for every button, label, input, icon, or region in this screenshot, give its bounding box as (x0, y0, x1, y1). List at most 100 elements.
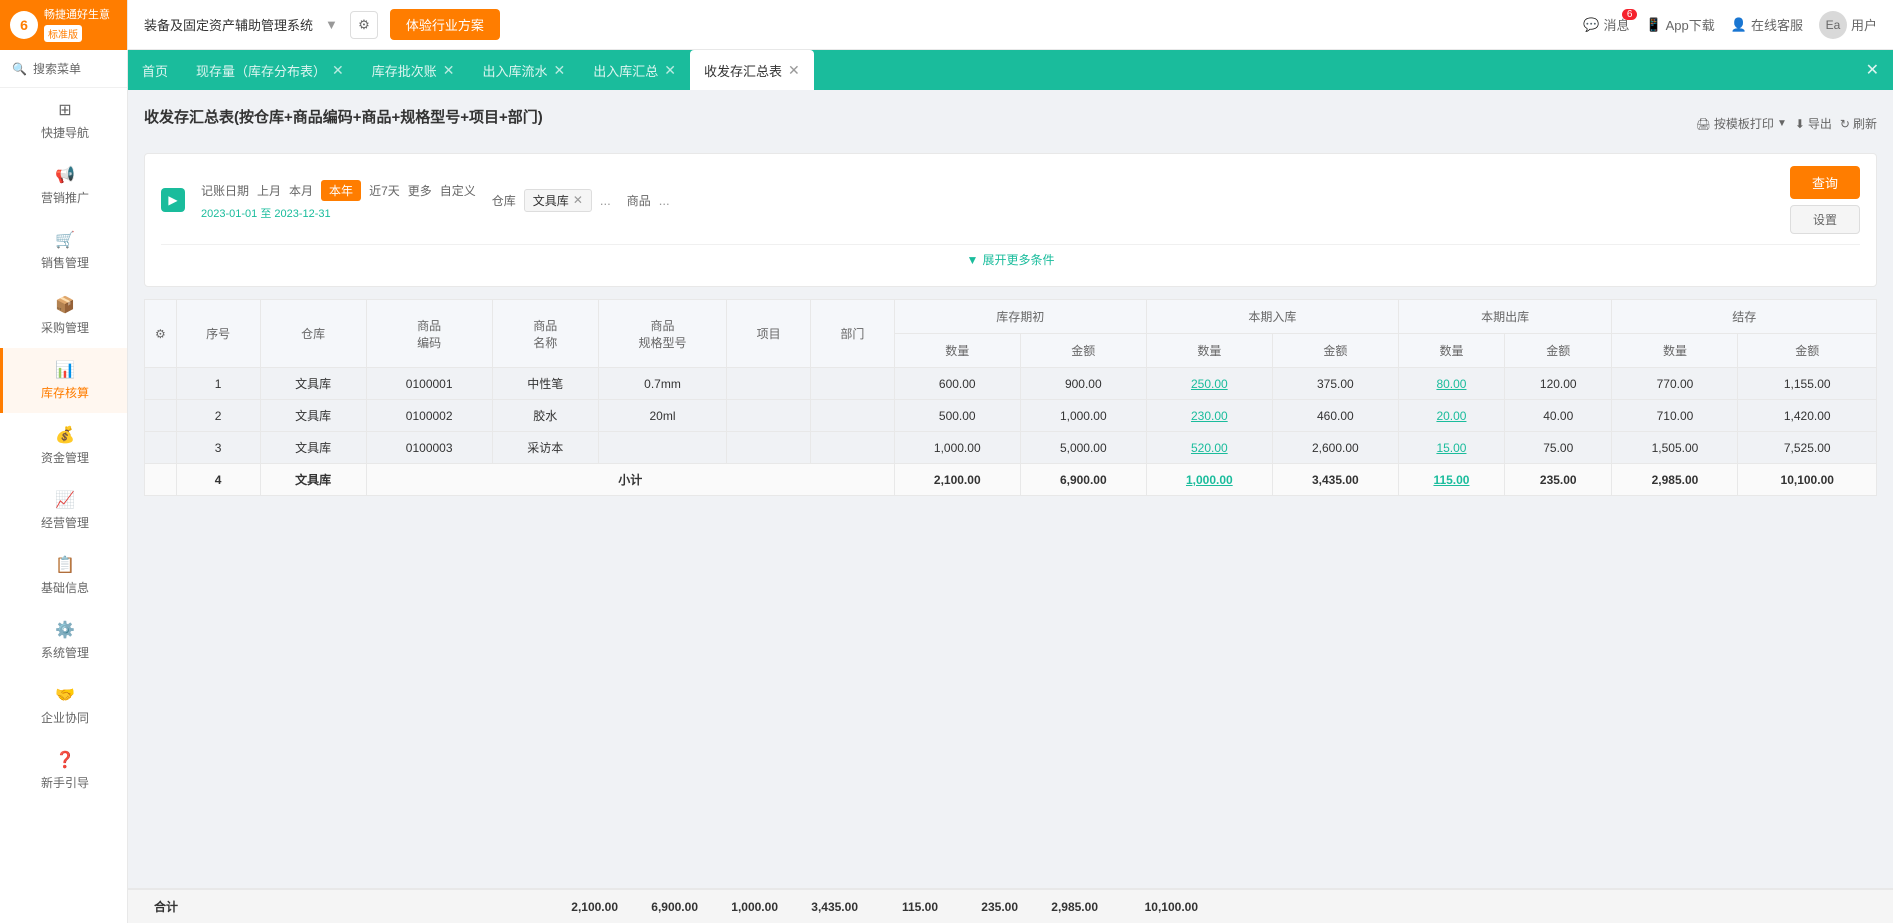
sidebar-item-operation[interactable]: 📈 经营管理 (0, 478, 127, 543)
goods-more[interactable]: ... (659, 193, 670, 208)
cell-row2-in-qty[interactable]: 230.00 (1146, 400, 1272, 432)
row2-out-qty-link[interactable]: 20.00 (1436, 409, 1466, 423)
warehouse-tag-close[interactable]: ✕ (573, 193, 583, 207)
row1-out-qty-link[interactable]: 80.00 (1436, 377, 1466, 391)
sidebar: 6 畅捷通好生意 标准版 🔍 搜索菜单 ⊞ 快捷导航 📢 营销推广 🛒 销售管理… (0, 0, 128, 923)
cell-row2-in-amt: 460.00 (1272, 400, 1398, 432)
tab-close-batch[interactable]: ✕ (443, 63, 455, 77)
row1-in-qty-link[interactable]: 250.00 (1191, 377, 1228, 391)
sidebar-item-enterprise[interactable]: 🤝 企业协同 (0, 673, 127, 738)
cell-row1-out-amt: 120.00 (1505, 368, 1612, 400)
row3-in-qty-link[interactable]: 520.00 (1191, 441, 1228, 455)
cell-row2-project (727, 400, 811, 432)
tab-close-inventory-dist[interactable]: ✕ (332, 63, 344, 77)
cell-row3-out-qty[interactable]: 15.00 (1398, 432, 1504, 464)
tab-flow[interactable]: 出入库流水 ✕ (469, 50, 580, 90)
th-balance-qty: 数量 (1612, 334, 1738, 368)
tab-summary[interactable]: 出入库汇总 ✕ (579, 50, 690, 90)
settings-button[interactable]: 设置 (1790, 205, 1860, 234)
phone-icon: 📱 (1645, 17, 1661, 33)
cell-row3-project (727, 432, 811, 464)
sidebar-item-finance[interactable]: 💰 资金管理 (0, 413, 127, 478)
sidebar-item-label: 企业协同 (41, 709, 89, 726)
cell-row2-dept (810, 400, 894, 432)
sidebar-item-label: 库存核算 (41, 384, 89, 401)
cell-row2-balance-amt: 1,420.00 (1738, 400, 1877, 432)
app-download-item[interactable]: 📱 App下载 (1645, 15, 1714, 34)
sidebar-item-basic[interactable]: 📋 基础信息 (0, 543, 127, 608)
export-btn[interactable]: ⬇ 导出 (1795, 115, 1832, 132)
subtotal-row: 4 文具库 小计 2,100.00 6,900.00 1,000.00 3,43… (145, 464, 1877, 496)
sidebar-item-sales[interactable]: 🛒 销售管理 (0, 218, 127, 283)
marketing-icon: 📢 (55, 165, 75, 185)
cell-row2-settings (145, 400, 177, 432)
th-spec: 商品规格型号 (598, 300, 726, 368)
th-open-amt: 金额 (1020, 334, 1146, 368)
date-option-this-year[interactable]: 本年 (321, 180, 361, 201)
warehouse-more[interactable]: ... (600, 193, 611, 208)
filter-expand[interactable]: ▼ 展开更多条件 (161, 244, 1860, 274)
cell-row2-out-qty[interactable]: 20.00 (1398, 400, 1504, 432)
expand-icon: ▼ (967, 253, 979, 267)
cell-subtotal-no: 4 (176, 464, 260, 496)
trial-btn[interactable]: 体验行业方案 (390, 9, 500, 40)
sidebar-item-marketing[interactable]: 📢 营销推广 (0, 153, 127, 218)
settings-gear[interactable]: ⚙ (350, 11, 378, 39)
print-btn[interactable]: 🖨 按模板打印 ▼ (1696, 115, 1787, 132)
refresh-icon: ↻ (1840, 117, 1850, 131)
online-service-label: 在线客服 (1751, 15, 1803, 34)
filter-arrow[interactable]: ▶ (161, 188, 185, 212)
subtotal-out-qty-link[interactable]: 115.00 (1433, 473, 1469, 487)
tab-collect-summary[interactable]: 收发存汇总表 ✕ (690, 50, 814, 90)
user-item[interactable]: Ea 用户 (1819, 11, 1877, 39)
sidebar-item-inventory[interactable]: 📊 库存核算 (0, 348, 127, 413)
system-title: 装备及固定资产辅助管理系统 (144, 15, 313, 34)
dropdown-arrow[interactable]: ▼ (325, 17, 338, 32)
message-badge: 6 (1622, 9, 1638, 20)
page-title: 收发存汇总表(按仓库+商品编码+商品+规格型号+项目+部门) (144, 106, 543, 127)
cell-row1-in-qty[interactable]: 250.00 (1146, 368, 1272, 400)
sidebar-item-label: 基础信息 (41, 579, 89, 596)
sidebar-item-system[interactable]: ⚙️ 系统管理 (0, 608, 127, 673)
query-button[interactable]: 查询 (1790, 166, 1860, 199)
date-option-7days[interactable]: 近7天 (369, 182, 400, 199)
sidebar-item-purchase[interactable]: 📦 采购管理 (0, 283, 127, 348)
guide-icon: ❓ (55, 750, 75, 770)
date-option-more[interactable]: 更多 (408, 182, 432, 199)
tab-close-collect-summary[interactable]: ✕ (788, 63, 800, 77)
cell-row1-warehouse: 文具库 (260, 368, 366, 400)
cell-row3-in-qty[interactable]: 520.00 (1146, 432, 1272, 464)
sidebar-item-label: 经营管理 (41, 514, 89, 531)
cell-row3-open-qty: 1,000.00 (894, 432, 1020, 464)
search-menu[interactable]: 🔍 搜索菜单 (0, 50, 127, 88)
online-service-item[interactable]: 👤 在线客服 (1731, 15, 1803, 34)
row2-in-qty-link[interactable]: 230.00 (1191, 409, 1228, 423)
th-settings[interactable]: ⚙ (145, 300, 177, 368)
tab-collect-summary-label: 收发存汇总表 (704, 61, 782, 80)
tab-home-label: 首页 (142, 61, 168, 80)
row3-out-qty-link[interactable]: 15.00 (1436, 441, 1466, 455)
tab-close-summary[interactable]: ✕ (664, 63, 676, 77)
cell-row3-in-amt: 2,600.00 (1272, 432, 1398, 464)
date-option-last-month[interactable]: 上月 (257, 182, 281, 199)
sidebar-item-guide[interactable]: ❓ 新手引导 (0, 738, 127, 803)
sidebar-item-quick-nav[interactable]: ⊞ 快捷导航 (0, 88, 127, 153)
cell-row1-out-qty[interactable]: 80.00 (1398, 368, 1504, 400)
tabbar-close-all[interactable]: ✕ (1852, 60, 1893, 80)
tab-home[interactable]: 首页 (128, 50, 182, 90)
th-out-amt: 金额 (1505, 334, 1612, 368)
cell-row2-no: 2 (176, 400, 260, 432)
message-item[interactable]: 💬 消息 6 (1583, 15, 1629, 34)
tab-batch[interactable]: 库存批次账 ✕ (358, 50, 469, 90)
tab-close-flow[interactable]: ✕ (554, 63, 566, 77)
date-option-this-month[interactable]: 本月 (289, 182, 313, 199)
user-label: 用户 (1851, 15, 1877, 34)
user-avatar: Ea (1819, 11, 1847, 39)
subtotal-in-qty-link[interactable]: 1,000.00 (1186, 473, 1233, 487)
cell-row3-spec (598, 432, 726, 464)
refresh-btn[interactable]: ↻ 刷新 (1840, 115, 1877, 132)
main-area: 装备及固定资产辅助管理系统 ▼ ⚙ 体验行业方案 💬 消息 6 📱 App下载 … (128, 0, 1893, 923)
tab-inventory-dist[interactable]: 现存量（库存分布表） ✕ (182, 50, 358, 90)
date-option-custom[interactable]: 自定义 (440, 182, 476, 199)
tab-summary-label: 出入库汇总 (593, 61, 658, 80)
